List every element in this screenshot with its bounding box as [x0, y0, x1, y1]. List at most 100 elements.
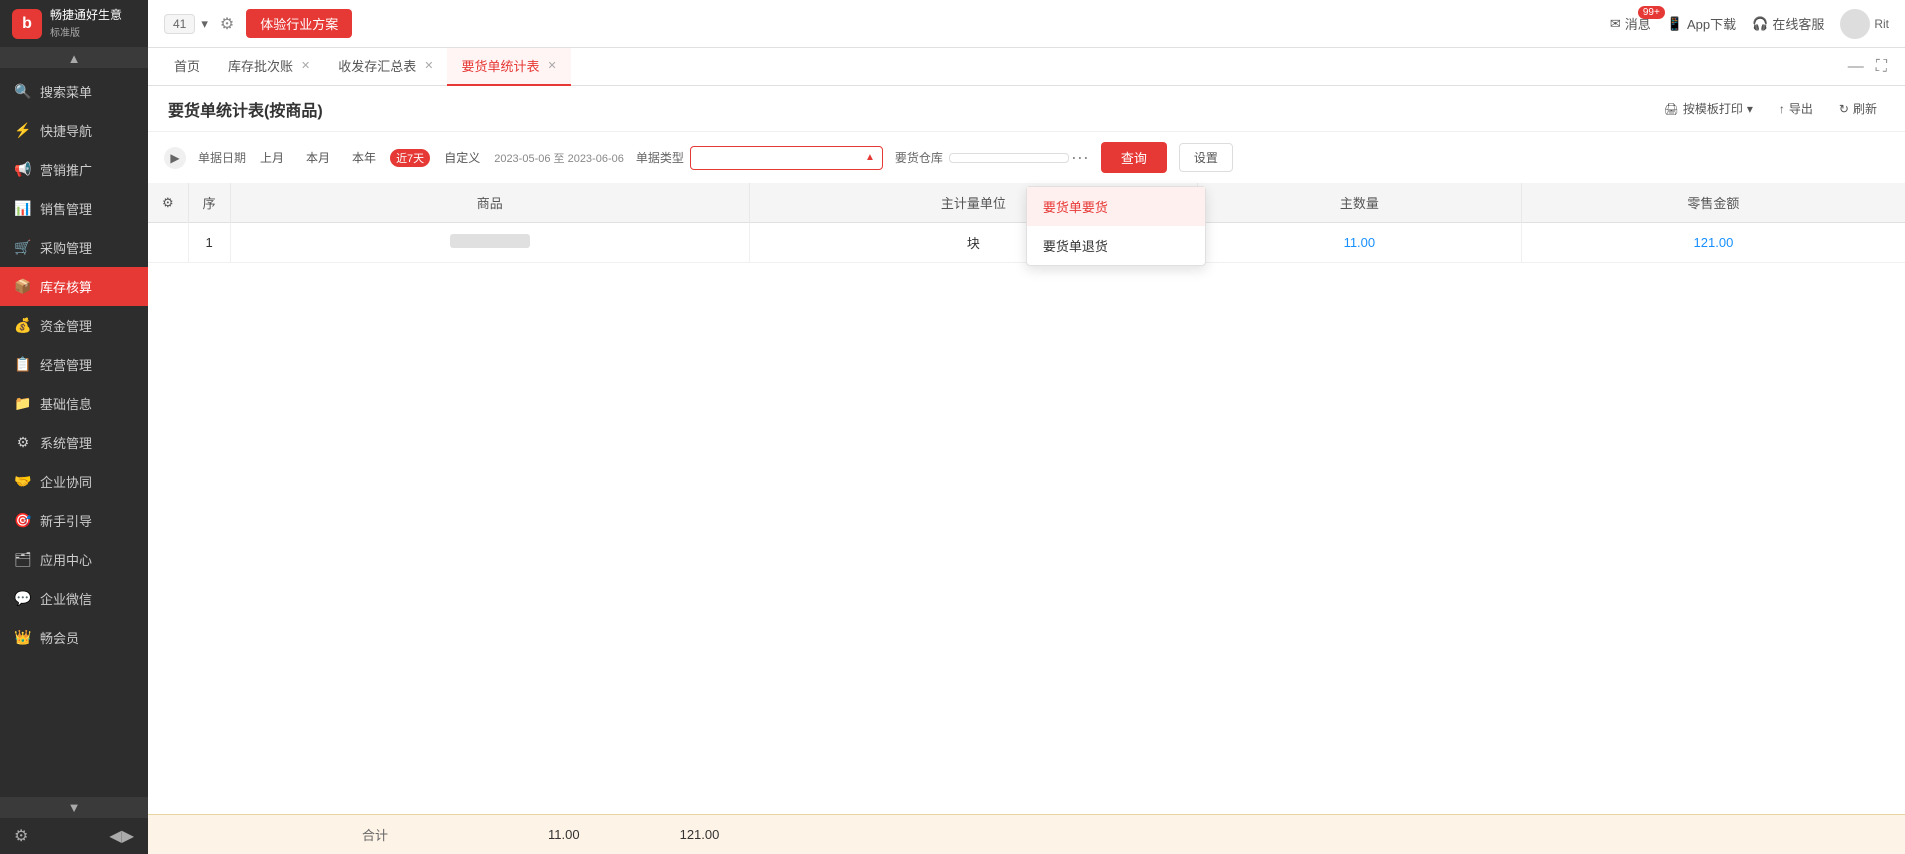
app-download-btn[interactable]: 📱 App下载: [1667, 14, 1736, 33]
tab-batch-close[interactable]: ✕: [301, 59, 310, 72]
store-selector[interactable]: 41 ▾: [164, 14, 208, 34]
sidebar-label-operation: 经营管理: [40, 355, 92, 374]
sidebar-item-member[interactable]: 👑 畅会员: [0, 618, 148, 657]
sidebar-logo: b 畅捷通好生意 标准版: [0, 0, 148, 48]
filter-bar: ▶ 单据日期 上月 本月 本年 近7天 自定义 2023-05-06 至 202…: [148, 132, 1905, 183]
page-actions: 🖨 按模板打印 ▾ ↑ 导出 ↻ 刷新: [1656, 96, 1885, 121]
table-footer: 合计 11.00 121.00: [148, 814, 1905, 854]
dropdown-item-yh[interactable]: 要货单要货: [1027, 187, 1205, 226]
footer-amount: 121.00: [680, 827, 720, 842]
settings-icon[interactable]: ⚙: [14, 826, 28, 846]
col-product: 商品: [230, 183, 749, 223]
refresh-icon: ↻: [1839, 102, 1849, 116]
sidebar-item-marketing[interactable]: 📢 营销推广: [0, 150, 148, 189]
col-settings[interactable]: ⚙: [148, 183, 188, 223]
sidebar-item-purchase[interactable]: 🛒 采购管理: [0, 228, 148, 267]
service-label: 在线客服: [1772, 14, 1824, 33]
tabs-bar: 首页 库存批次账 ✕ 收发存汇总表 ✕ 要货单统计表 ✕ — ⛶: [148, 48, 1905, 86]
settings-button[interactable]: 设置: [1179, 143, 1233, 172]
tab-home-label: 首页: [174, 56, 200, 75]
type-select-input[interactable]: [690, 146, 883, 170]
sidebar-item-system[interactable]: ⚙ 系统管理: [0, 423, 148, 462]
sidebar-item-guide[interactable]: 🎯 新手引导: [0, 501, 148, 540]
row-qty-link[interactable]: 11.00: [1344, 235, 1376, 250]
system-icon: ⚙: [14, 434, 32, 452]
sidebar-item-operation[interactable]: 📋 经营管理: [0, 345, 148, 384]
promo-button[interactable]: 体验行业方案: [246, 9, 352, 38]
phone-icon: 📱: [1667, 16, 1683, 32]
print-arrow: ▾: [1747, 102, 1753, 116]
filter-more-icon[interactable]: ···: [1071, 147, 1089, 168]
sidebar-item-wechat[interactable]: 💬 企业微信: [0, 579, 148, 618]
tab-receipts-label: 收发存汇总表: [338, 56, 416, 75]
operation-icon: 📋: [14, 356, 32, 374]
date-7days-badge[interactable]: 近7天: [390, 149, 430, 167]
product-skeleton: [450, 234, 530, 248]
table-container: ⚙ 序 商品 主计量单位 主数量 零售金额 1: [148, 183, 1905, 814]
type-filter-label: 单据类型: [636, 149, 684, 166]
row-amount-link[interactable]: 121.00: [1694, 235, 1734, 250]
col-qty: 主数量: [1197, 183, 1521, 223]
message-btn[interactable]: ✉ 消息 99+: [1610, 14, 1651, 33]
main-area: 41 ▾ ⚙ 体验行业方案 ✉ 消息 99+ 📱 App下载 🎧 在线客服 Ri…: [148, 0, 1905, 854]
sidebar-item-basic[interactable]: 📁 基础信息: [0, 384, 148, 423]
row-num: 1: [188, 223, 230, 263]
date-last-month-btn[interactable]: 上月: [252, 146, 292, 169]
tab-receipts[interactable]: 收发存汇总表 ✕: [324, 48, 447, 86]
sidebar-item-search[interactable]: 🔍 搜索菜单: [0, 72, 148, 111]
warehouse-select[interactable]: [949, 153, 1069, 163]
query-button[interactable]: 查询: [1101, 142, 1167, 173]
sidebar: b 畅捷通好生意 标准版 ▲ 🔍 搜索菜单 ⚡ 快捷导航 📢 营销推广 📊 销售…: [0, 0, 148, 854]
tab-order-stat[interactable]: 要货单统计表 ✕: [447, 48, 570, 86]
sidebar-scroll-up[interactable]: ▲: [0, 48, 148, 68]
tab-receipts-close[interactable]: ✕: [424, 59, 433, 72]
purchase-icon: 🛒: [14, 239, 32, 257]
dropdown-item-th[interactable]: 要货单退货: [1027, 226, 1205, 265]
sidebar-item-finance[interactable]: 💰 资金管理: [0, 306, 148, 345]
tab-batch[interactable]: 库存批次账 ✕: [214, 48, 324, 86]
print-label: 按模板打印: [1683, 100, 1743, 117]
sidebar-item-inventory[interactable]: 📦 库存核算: [0, 267, 148, 306]
user-name: Rit: [1874, 17, 1889, 31]
sidebar-label-purchase: 采购管理: [40, 238, 92, 257]
sidebar-item-appstore[interactable]: 🗂 应用中心: [0, 540, 148, 579]
date-this-year-btn[interactable]: 本年: [344, 146, 384, 169]
message-icon: ✉: [1610, 16, 1621, 32]
basic-icon: 📁: [14, 395, 32, 413]
sidebar-label-search: 搜索菜单: [40, 82, 92, 101]
wechat-icon: 💬: [14, 590, 32, 608]
col-num: 序: [188, 183, 230, 223]
top-header: 41 ▾ ⚙ 体验行业方案 ✉ 消息 99+ 📱 App下载 🎧 在线客服 Ri…: [148, 0, 1905, 48]
filter-expand-btn[interactable]: ▶: [164, 147, 186, 169]
sidebar-item-sales[interactable]: 📊 销售管理: [0, 189, 148, 228]
app-label: App下载: [1687, 14, 1736, 33]
service-btn[interactable]: 🎧 在线客服: [1752, 14, 1824, 33]
page-title: 要货单统计表(按商品): [168, 97, 323, 121]
print-icon: 🖨: [1664, 102, 1679, 116]
date-this-month-btn[interactable]: 本月: [298, 146, 338, 169]
sidebar-item-quicknav[interactable]: ⚡ 快捷导航: [0, 111, 148, 150]
user-avatar-btn[interactable]: Rit: [1840, 9, 1889, 39]
service-icon: 🎧: [1752, 16, 1768, 32]
app-name: 畅捷通好生意: [50, 8, 122, 24]
sidebar-label-inventory: 库存核算: [40, 277, 92, 296]
tab-maximize-icon[interactable]: ⛶: [1870, 58, 1893, 76]
avatar: [1840, 9, 1870, 39]
tab-minimize-icon[interactable]: —: [1842, 58, 1870, 76]
app-logo-icon: b: [12, 9, 42, 39]
sidebar-item-enterprise[interactable]: 🤝 企业协同: [0, 462, 148, 501]
collapse-icon[interactable]: ◀▶: [109, 826, 134, 846]
date-custom-btn[interactable]: 自定义: [436, 146, 488, 169]
header-gear-icon[interactable]: ⚙: [220, 14, 234, 34]
refresh-btn[interactable]: ↻ 刷新: [1831, 96, 1885, 121]
tab-home[interactable]: 首页: [160, 48, 214, 86]
sidebar-label-basic: 基础信息: [40, 394, 92, 413]
tab-order-stat-close[interactable]: ✕: [548, 59, 557, 72]
print-btn[interactable]: 🖨 按模板打印 ▾: [1656, 96, 1761, 121]
sidebar-scroll-down[interactable]: ▼: [0, 797, 148, 817]
export-btn[interactable]: ↑ 导出: [1771, 96, 1821, 121]
date-filter-group: 单据日期 上月 本月 本年 近7天 自定义 2023-05-06 至 2023-…: [198, 146, 624, 169]
warehouse-filter-label: 要货仓库: [895, 149, 943, 166]
sidebar-bottom: ⚙ ◀▶: [0, 817, 148, 854]
sidebar-label-wechat: 企业微信: [40, 589, 92, 608]
